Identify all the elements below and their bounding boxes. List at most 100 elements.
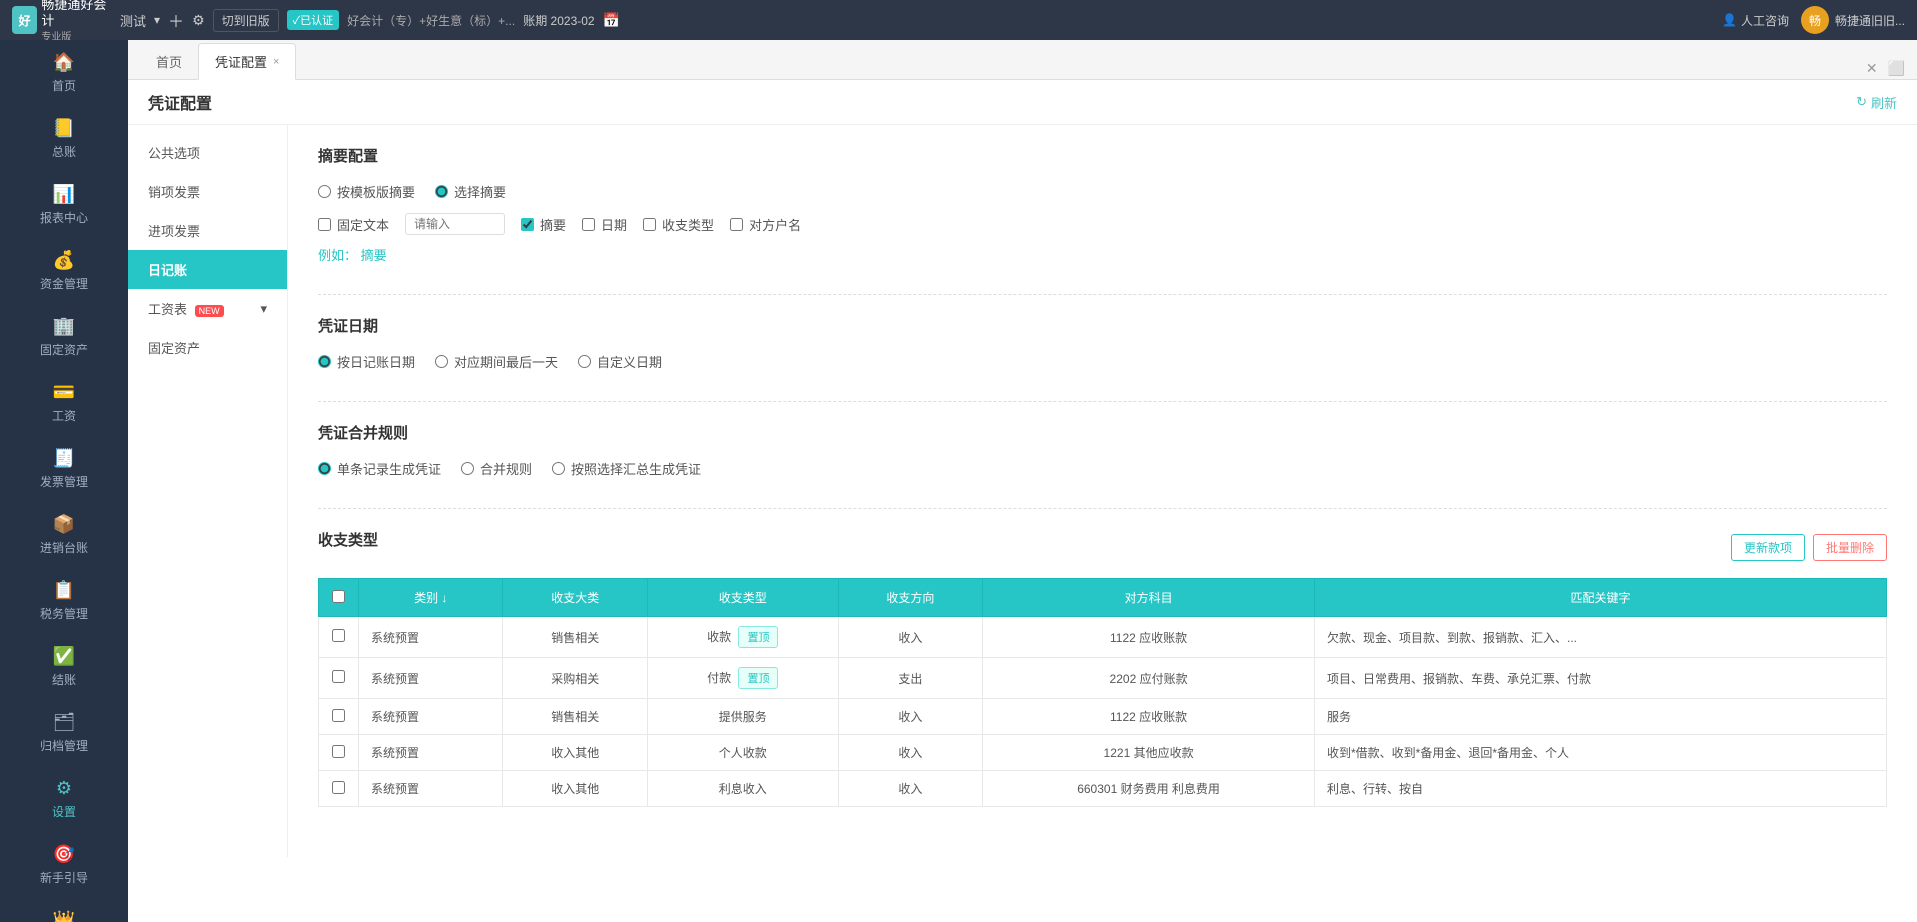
checkbox-fixed-text[interactable]: 固定文本: [318, 215, 389, 234]
checkbox-summary[interactable]: 摘要: [521, 215, 566, 234]
left-nav-purchase-invoice[interactable]: 进项发票: [128, 211, 287, 250]
radio-journal-date[interactable]: 按日记账日期: [318, 352, 415, 371]
calendar-icon[interactable]: 📅: [603, 12, 620, 29]
payment-types-table: 类别 ↓ 收支大类 收支类型 收支方向: [318, 578, 1887, 807]
sidebar-item-assets[interactable]: 🏢 固定资产: [0, 304, 128, 370]
refresh-button[interactable]: ↻ 刷新: [1856, 93, 1897, 112]
sidebar-item-settle[interactable]: ✅ 结账: [0, 634, 128, 700]
checkbox-counterparty[interactable]: 对方户名: [730, 215, 801, 234]
sidebar-item-tax[interactable]: 📋 税务管理: [0, 568, 128, 634]
sidebar-item-home[interactable]: 🏠 首页: [0, 40, 128, 106]
period-label: 账期 2023-02: [523, 12, 594, 29]
radio-single-record[interactable]: 单条记录生成凭证: [318, 459, 441, 478]
row3-category: 系统预置: [359, 699, 503, 735]
fixed-text-input[interactable]: [405, 213, 505, 235]
tab-voucher-config[interactable]: 凭证配置 ×: [198, 43, 296, 80]
radio-merge-rules[interactable]: 合并规则: [461, 459, 532, 478]
settings-icon[interactable]: ⚙: [192, 12, 205, 29]
row1-payment-type: 收款 置顶: [647, 617, 838, 658]
left-nav-payroll[interactable]: 工资表 NEW ▾: [128, 289, 287, 328]
consult-button[interactable]: 👤 人工咨询: [1722, 12, 1789, 29]
page-title: 凭证配置: [148, 90, 212, 114]
sidebar-item-invoices[interactable]: 🧾 发票管理: [0, 436, 128, 502]
top-tag-btn-row1[interactable]: 置顶: [738, 626, 778, 648]
left-nav-fixed-assets[interactable]: 固定资产: [128, 328, 287, 367]
divider-2: [318, 401, 1887, 402]
table-row: 系统预置 采购相关 付款 置顶 支出 2202 应付账款 项目、日常费用、报销款…: [319, 658, 1887, 699]
row3-subject: 1122 应收账款: [983, 699, 1315, 735]
row4-keywords: 收到*借款、收到*备用金、退回*备用金、个人: [1315, 735, 1887, 771]
sidebar-label-home: 首页: [52, 77, 76, 94]
payment-types-section: 收支类型 更新款项 批量删除: [318, 529, 1887, 807]
row5-direction: 收入: [838, 771, 982, 807]
sidebar-label-tax: 税务管理: [40, 605, 88, 622]
radio-template-summary[interactable]: 按模板版摘要: [318, 182, 415, 201]
invoices-icon: 🧾: [53, 448, 75, 469]
col-checkbox: [319, 579, 359, 617]
sidebar-item-archive[interactable]: 🗂 归档管理: [0, 700, 128, 766]
new-badge: NEW: [195, 305, 224, 317]
radio-select-summary[interactable]: 选择摘要: [435, 182, 506, 201]
sidebar-item-reports[interactable]: 📊 报表中心: [0, 172, 128, 238]
update-button[interactable]: 更新款项: [1731, 534, 1805, 561]
sidebar-item-member[interactable]: 👑 畅会员: [0, 898, 128, 922]
top-tag-btn-row2[interactable]: 置顶: [738, 667, 778, 689]
settings-sidebar-icon: ⚙: [56, 778, 72, 799]
radio-custom-date[interactable]: 自定义日期: [578, 352, 662, 371]
window-maximize-icon[interactable]: ⬜: [1888, 60, 1905, 77]
add-icon[interactable]: ＋: [168, 8, 184, 32]
sidebar-item-settings[interactable]: ⚙ 设置: [0, 766, 128, 832]
reports-icon: 📊: [53, 184, 75, 205]
sidebar-item-salary[interactable]: 💳 工资: [0, 370, 128, 436]
member-icon: 👑: [53, 910, 75, 922]
window-close-icon[interactable]: ✕: [1866, 60, 1878, 77]
divider-1: [318, 294, 1887, 295]
row1-major-type: 销售相关: [503, 617, 647, 658]
funds-icon: 💰: [53, 250, 75, 271]
dropdown-arrow-icon[interactable]: ▾: [154, 13, 160, 27]
settle-icon: ✅: [53, 646, 75, 667]
row5-major-type: 收入其他: [503, 771, 647, 807]
sidebar-label-salary: 工资: [52, 407, 76, 424]
batch-delete-button[interactable]: 批量删除: [1813, 534, 1887, 561]
tab-home-label: 首页: [156, 55, 182, 70]
radio-selected-summary[interactable]: 按照选择汇总生成凭证: [552, 459, 701, 478]
tab-home[interactable]: 首页: [140, 44, 198, 79]
radio-period-last[interactable]: 对应期间最后一天: [435, 352, 558, 371]
avatar: 畅: [1801, 6, 1829, 34]
logo-text-block: 畅捷通好会计 专业版: [41, 0, 112, 43]
old-version-button[interactable]: 切到旧版: [213, 9, 279, 32]
row2-keywords: 项目、日常费用、报销款、车费、承兑汇票、付款: [1315, 658, 1887, 699]
user-menu[interactable]: 畅 畅捷通旧旧...: [1801, 6, 1905, 34]
row5-subject: 660301 财务费用 利息费用: [983, 771, 1315, 807]
left-nav-public[interactable]: 公共选项: [128, 133, 287, 172]
page-content: 公共选项 销项发票 进项发票 日记账 工资表: [128, 125, 1917, 857]
voucher-date-title: 凭证日期: [318, 315, 1887, 336]
checkbox-payment-type[interactable]: 收支类型: [643, 215, 714, 234]
row4-major-type: 收入其他: [503, 735, 647, 771]
col-counterparty-subject: 对方科目: [983, 579, 1315, 617]
row2-checkbox: [319, 658, 359, 699]
sidebar-label-reports: 报表中心: [40, 209, 88, 226]
table-row: 系统预置 收入其他 个人收款 收入 1221 其他应收款 收到*借款、收到*备用…: [319, 735, 1887, 771]
sidebar-item-ledger[interactable]: 📒 总账: [0, 106, 128, 172]
left-nav-journal[interactable]: 日记账: [128, 250, 287, 289]
row1-direction: 收入: [838, 617, 982, 658]
checkbox-date[interactable]: 日期: [582, 215, 627, 234]
sidebar-item-guide[interactable]: 🎯 新手引导: [0, 832, 128, 898]
summary-radio-group: 按模板版摘要 选择摘要: [318, 182, 1887, 201]
select-all-checkbox[interactable]: [332, 590, 345, 603]
row3-payment-type: 提供服务: [647, 699, 838, 735]
sidebar-item-purchase[interactable]: 📦 进销台账: [0, 502, 128, 568]
row4-checkbox: [319, 735, 359, 771]
scrollable-area: 公共选项 销项发票 进项发票 日记账 工资表: [128, 125, 1917, 922]
sidebar-label-ledger: 总账: [52, 143, 76, 160]
sidebar-item-funds[interactable]: 💰 资金管理: [0, 238, 128, 304]
certified-badge: ✓已认证: [287, 10, 340, 30]
row5-keywords: 利息、行转、按自: [1315, 771, 1887, 807]
sidebar-label-settle: 结账: [52, 671, 76, 688]
tab-close-icon[interactable]: ×: [273, 56, 279, 68]
merge-rules-title: 凭证合并规则: [318, 422, 1887, 443]
left-nav-sales-invoice[interactable]: 销项发票: [128, 172, 287, 211]
row2-subject: 2202 应付账款: [983, 658, 1315, 699]
